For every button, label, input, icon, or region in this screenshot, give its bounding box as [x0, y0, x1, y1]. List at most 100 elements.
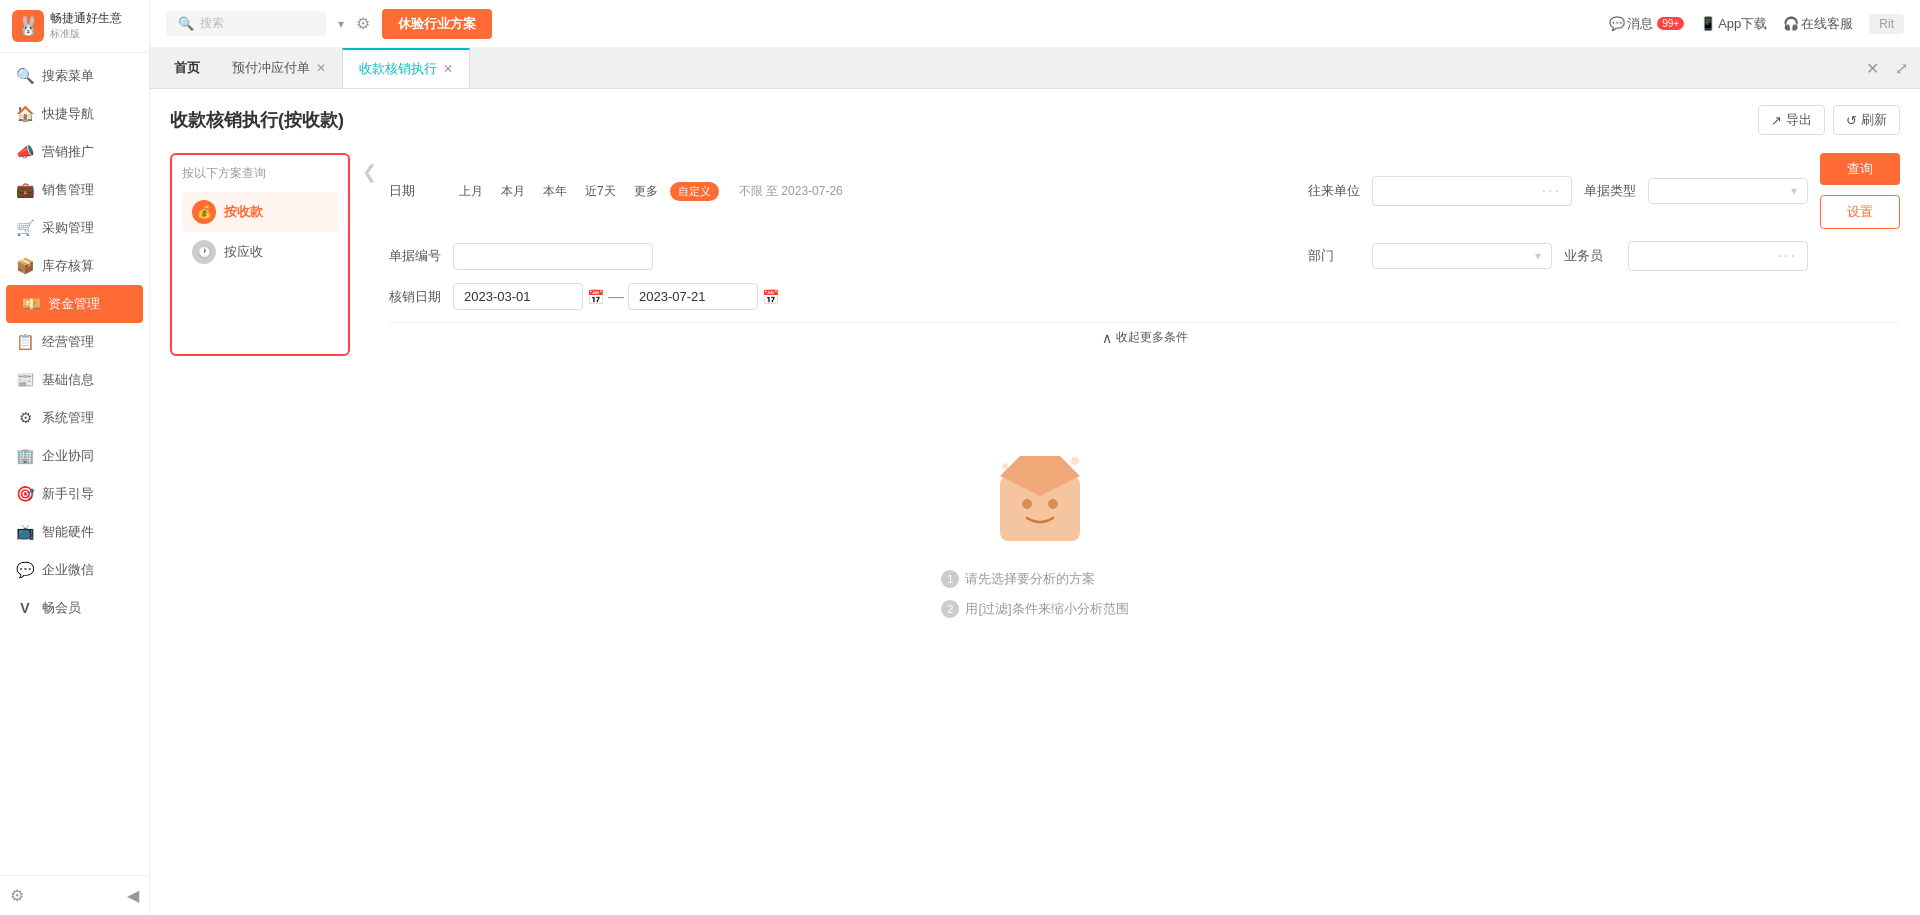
sidebar-label-hardware: 智能硬件	[42, 523, 94, 541]
sidebar-item-inventory[interactable]: 📦 库存核算	[0, 247, 149, 285]
sidebar-item-sales[interactable]: 💼 销售管理	[0, 171, 149, 209]
shortcut-this-month[interactable]: 本月	[495, 181, 531, 202]
tab-prepay[interactable]: 预付冲应付单 ✕	[216, 49, 342, 87]
step-num-1: 1	[941, 570, 959, 588]
sidebar-label-finance: 资金管理	[48, 295, 100, 313]
empty-hint-1: 请先选择要分析的方案	[965, 566, 1095, 592]
main-area: 🔍 搜索 ▾ ⚙ 休验行业方案 💬 消息 99+ 📱 App下载 🎧 在线客服 …	[150, 0, 1920, 915]
staff-dots-icon[interactable]: ···	[1778, 247, 1797, 265]
export-button[interactable]: ↗ 导出	[1758, 105, 1825, 135]
page-header: 收款核销执行(按收款) ↗ 导出 ↺ 刷新	[150, 89, 1920, 143]
sidebar-item-marketing[interactable]: 📣 营销推广	[0, 133, 149, 171]
message-badge: 99+	[1657, 17, 1684, 30]
filter-option-by-receipt[interactable]: 💰 按收款	[182, 192, 338, 232]
sidebar-item-enterprise[interactable]: 🏢 企业协同	[0, 437, 149, 475]
sidebar-item-purchase[interactable]: 🛒 采购管理	[0, 209, 149, 247]
phone-icon: 📱	[1700, 16, 1716, 31]
empty-step-2: 2 用[过滤]条件来缩小分析范围	[941, 596, 1128, 622]
app-download-link[interactable]: 📱 App下载	[1700, 15, 1767, 33]
sidebar-item-basic[interactable]: 📰 基础信息	[0, 361, 149, 399]
shortcut-custom[interactable]: 自定义	[670, 182, 719, 201]
svg-point-3	[1048, 499, 1058, 509]
receipt-option-icon: 💰	[192, 200, 216, 224]
topbar-gear-icon[interactable]: ⚙	[356, 14, 370, 33]
sidebar-item-member[interactable]: V 畅会员	[0, 589, 149, 627]
home-icon: 🏠	[16, 105, 34, 123]
dropdown-icon[interactable]: ▾	[338, 17, 344, 31]
sidebar-label-system: 系统管理	[42, 409, 94, 427]
doc-type-select[interactable]: ▾	[1648, 178, 1808, 204]
partner-dots-icon[interactable]: ···	[1542, 182, 1561, 200]
sidebar-label-marketing: 营销推广	[42, 143, 94, 161]
collapse-more-conditions[interactable]: ∧ 收起更多条件	[389, 322, 1900, 352]
message-link[interactable]: 💬 消息 99+	[1609, 15, 1684, 33]
sales-icon: 💼	[16, 181, 34, 199]
verify-date-end-input[interactable]	[628, 283, 758, 310]
date-separator: —	[608, 288, 624, 306]
logo-text-group: 畅捷通好生意 标准版	[50, 11, 122, 41]
sidebar-label-sales: 销售管理	[42, 181, 94, 199]
sidebar-item-operations[interactable]: 📋 经营管理	[0, 323, 149, 361]
empty-hints: 1 请先选择要分析的方案 2 用[过滤]条件来缩小分析范围	[941, 566, 1128, 626]
staff-label: 业务员	[1564, 247, 1616, 265]
tab-close-prepay[interactable]: ✕	[316, 61, 326, 75]
calendar-start-icon[interactable]: 📅	[587, 289, 604, 305]
doc-type-label: 单据类型	[1584, 182, 1636, 200]
empty-state: 1 请先选择要分析的方案 2 用[过滤]条件来缩小分析范围	[150, 366, 1920, 706]
refresh-button[interactable]: ↺ 刷新	[1833, 105, 1900, 135]
tab-close-window-button[interactable]: ✕	[1862, 55, 1883, 82]
shortcut-more[interactable]: 更多	[628, 181, 664, 202]
date-nolimit: 不限 至 2023-07-26	[739, 183, 843, 200]
empty-hint-2: 用[过滤]条件来缩小分析范围	[965, 596, 1128, 622]
shortcut-this-year[interactable]: 本年	[537, 181, 573, 202]
calendar-end-icon[interactable]: 📅	[762, 289, 779, 305]
sidebar-item-wechat[interactable]: 💬 企业微信	[0, 551, 149, 589]
sidebar-bottom: ⚙ ◀	[0, 875, 149, 915]
shortcut-last-month[interactable]: 上月	[453, 181, 489, 202]
receivable-option-icon: 🕐	[192, 240, 216, 264]
filter-option-by-receivable[interactable]: 🕐 按应收	[182, 232, 338, 272]
sidebar-item-guide[interactable]: 🎯 新手引导	[0, 475, 149, 513]
sidebar-label-purchase: 采购管理	[42, 219, 94, 237]
partner-input[interactable]: ···	[1372, 176, 1572, 206]
tab-home[interactable]: 首页	[158, 49, 216, 87]
industry-solution-button[interactable]: 休验行业方案	[382, 9, 492, 39]
collapse-filter-icon[interactable]: ❮	[362, 161, 377, 183]
page-actions: ↗ 导出 ↺ 刷新	[1758, 105, 1900, 135]
sidebar-label-operations: 经营管理	[42, 333, 94, 351]
doc-no-input[interactable]	[453, 243, 653, 270]
setting-button[interactable]: 设置	[1820, 195, 1900, 229]
tab-maximize-button[interactable]: ⤢	[1891, 55, 1912, 82]
online-service-link[interactable]: 🎧 在线客服	[1783, 15, 1853, 33]
purchase-icon: 🛒	[16, 219, 34, 237]
sidebar-item-hardware[interactable]: 📺 智能硬件	[0, 513, 149, 551]
sidebar-item-finance[interactable]: 💴 资金管理	[6, 285, 143, 323]
filter-row-1: 日期 上月 本月 本年 近7天 更多 自定义 不限 至 2023-07-26 往…	[389, 153, 1900, 229]
tab-close-receipt-verify[interactable]: ✕	[443, 62, 453, 76]
shortcut-last-7days[interactable]: 近7天	[579, 181, 622, 202]
user-area[interactable]: Rit	[1869, 14, 1904, 34]
sidebar-item-quick[interactable]: 🏠 快捷导航	[0, 95, 149, 133]
filter-row-3: 核销日期 📅 — 📅	[389, 283, 1900, 310]
verify-date-start-input[interactable]	[453, 283, 583, 310]
tab-receipt-verify[interactable]: 收款核销执行 ✕	[342, 48, 470, 88]
sidebar-item-system[interactable]: ⚙ 系统管理	[0, 399, 149, 437]
sidebar-label-inventory: 库存核算	[42, 257, 94, 275]
settings-icon[interactable]: ⚙	[10, 886, 24, 905]
staff-input[interactable]: ···	[1628, 241, 1808, 271]
step-num-2: 2	[941, 600, 959, 618]
system-icon: ⚙	[16, 409, 34, 427]
date-label: 日期	[389, 182, 441, 200]
sidebar-item-search[interactable]: 🔍 搜索菜单	[0, 57, 149, 95]
sidebar-label-search: 搜索菜单	[42, 67, 94, 85]
logo-title: 畅捷通好生意	[50, 11, 122, 27]
inventory-icon: 📦	[16, 257, 34, 275]
partner-label: 往来单位	[1308, 182, 1360, 200]
page-content: 收款核销执行(按收款) ↗ 导出 ↺ 刷新 按以下方案查询 💰 按收款	[150, 89, 1920, 915]
query-button[interactable]: 查询	[1820, 153, 1900, 185]
search-box[interactable]: 🔍 搜索	[166, 11, 326, 36]
collapse-sidebar-icon[interactable]: ◀	[127, 886, 139, 905]
dept-select[interactable]: ▾	[1372, 243, 1552, 269]
empty-step-1: 1 请先选择要分析的方案	[941, 566, 1128, 592]
empty-illustration	[985, 446, 1085, 546]
